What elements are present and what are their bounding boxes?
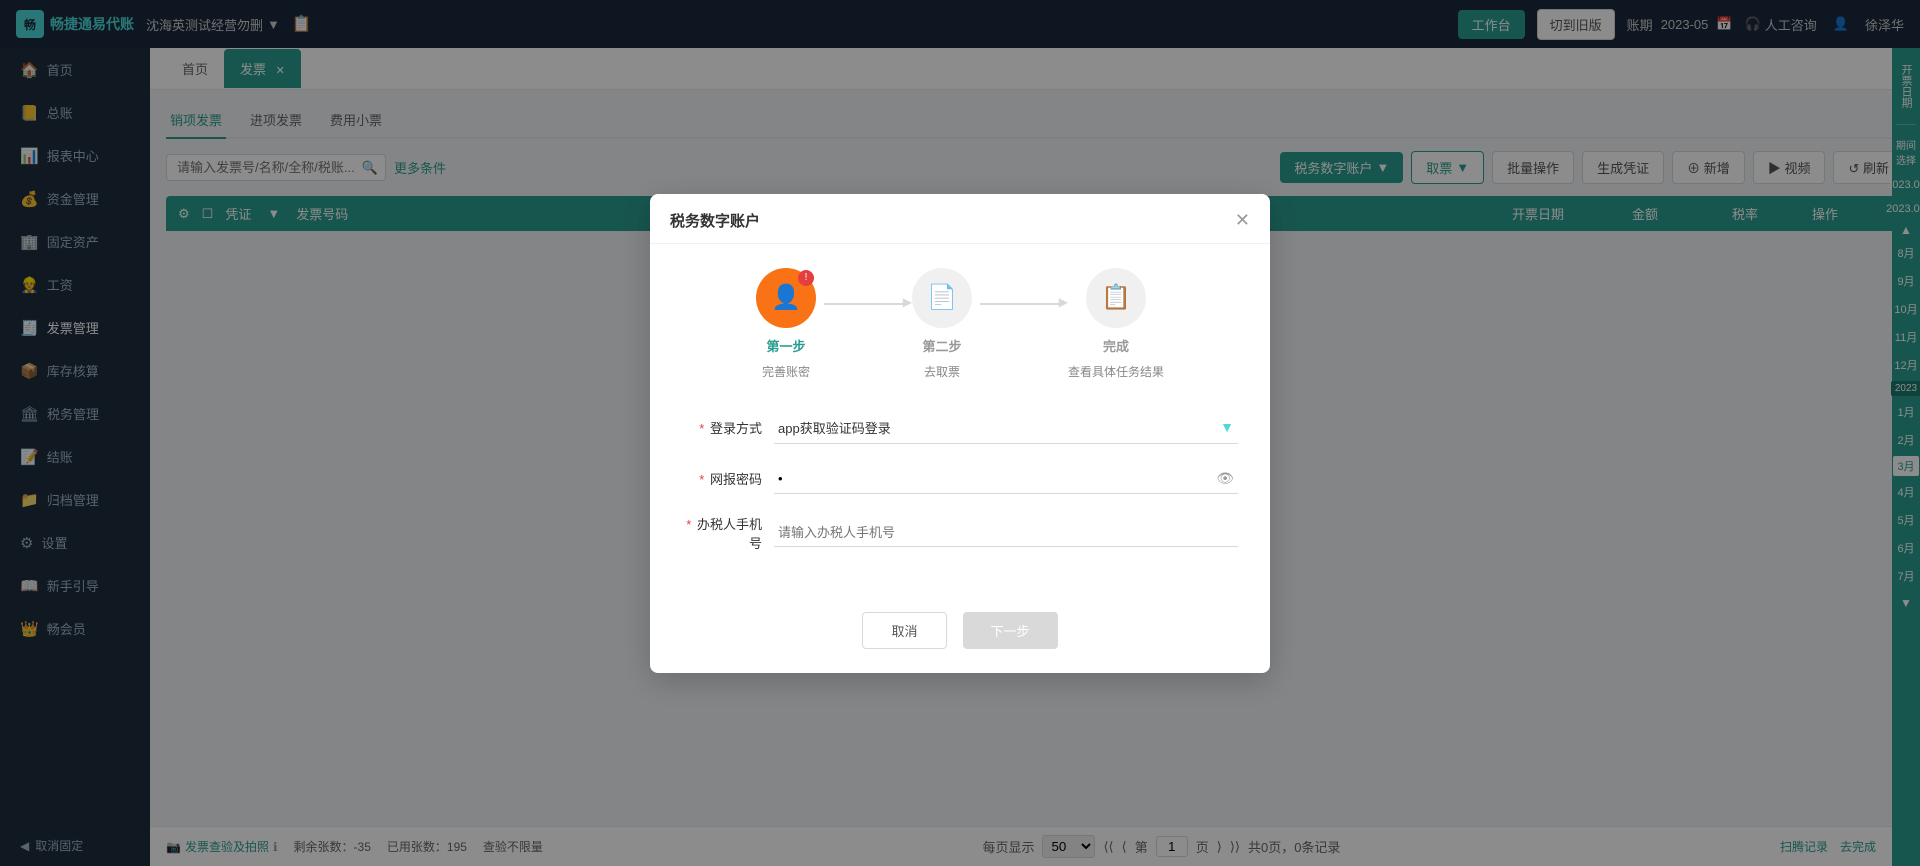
step-3-label: 完成 (1103, 336, 1129, 355)
step-3-icon: 📋 (1086, 268, 1146, 328)
step-2-label: 第二步 (922, 336, 961, 355)
form-row-password: * 网报密码 👁 (682, 464, 1238, 494)
login-method-req: * (699, 421, 704, 436)
login-method-select[interactable]: app获取验证码登录 ▼ (774, 412, 1238, 444)
modal-overlay: 税务数字账户 ✕ 👤 ! 第一步 完善账密 (0, 0, 1920, 866)
step-2-desc: 去取票 (924, 363, 960, 380)
login-method-value: app获取验证码登录 (778, 418, 1220, 437)
password-req: * (699, 472, 704, 487)
step-1-icon: 👤 ! (756, 268, 816, 328)
form-row-phone: * 办税人手机号 (682, 514, 1238, 552)
modal-body: 👤 ! 第一步 完善账密 📄 第二步 去取票 (650, 244, 1270, 596)
modal-dialog: 税务数字账户 ✕ 👤 ! 第一步 完善账密 (650, 194, 1270, 673)
step-2-icon-symbol: 📄 (927, 283, 957, 312)
login-method-dropdown-icon[interactable]: ▼ (1220, 419, 1234, 435)
password-input[interactable] (778, 471, 1216, 486)
password-toggle-eye-icon[interactable]: 👁 (1216, 470, 1234, 487)
modal-header: 税务数字账户 ✕ (650, 194, 1270, 244)
form-row-login-method: * 登录方式 app获取验证码登录 ▼ (682, 412, 1238, 444)
step-2: 📄 第二步 去取票 (912, 268, 972, 380)
next-step-button[interactable]: 下一步 (963, 612, 1058, 649)
password-label: * 网报密码 (682, 469, 762, 488)
step-3-desc: 查看具体任务结果 (1068, 363, 1164, 380)
login-method-label: * 登录方式 (682, 418, 762, 437)
modal-footer: 取消 下一步 (650, 596, 1270, 673)
steps-indicator: 👤 ! 第一步 完善账密 📄 第二步 去取票 (682, 268, 1238, 380)
phone-req: * (686, 517, 691, 532)
step-arrow-1 (824, 303, 904, 305)
password-wrapper: 👁 (774, 464, 1238, 494)
step-arrow-2 (980, 303, 1060, 305)
step-2-icon: 📄 (912, 268, 972, 328)
step-1: 👤 ! 第一步 完善账密 (756, 268, 816, 380)
modal-close-btn[interactable]: ✕ (1235, 210, 1250, 231)
modal-title: 税务数字账户 (670, 210, 760, 231)
step-3-icon-symbol: 📋 (1101, 283, 1131, 312)
cancel-button[interactable]: 取消 (862, 612, 946, 649)
step-3: 📋 完成 查看具体任务结果 (1068, 268, 1164, 380)
step-1-label: 第一步 (766, 336, 805, 355)
step-1-badge: ! (798, 270, 814, 286)
step-1-desc: 完善账密 (762, 363, 810, 380)
step-1-icon-symbol: 👤 (771, 283, 801, 312)
phone-input[interactable] (774, 519, 1238, 547)
modal-form: * 登录方式 app获取验证码登录 ▼ * 网报密码 (682, 412, 1238, 552)
phone-label: * 办税人手机号 (682, 514, 762, 552)
